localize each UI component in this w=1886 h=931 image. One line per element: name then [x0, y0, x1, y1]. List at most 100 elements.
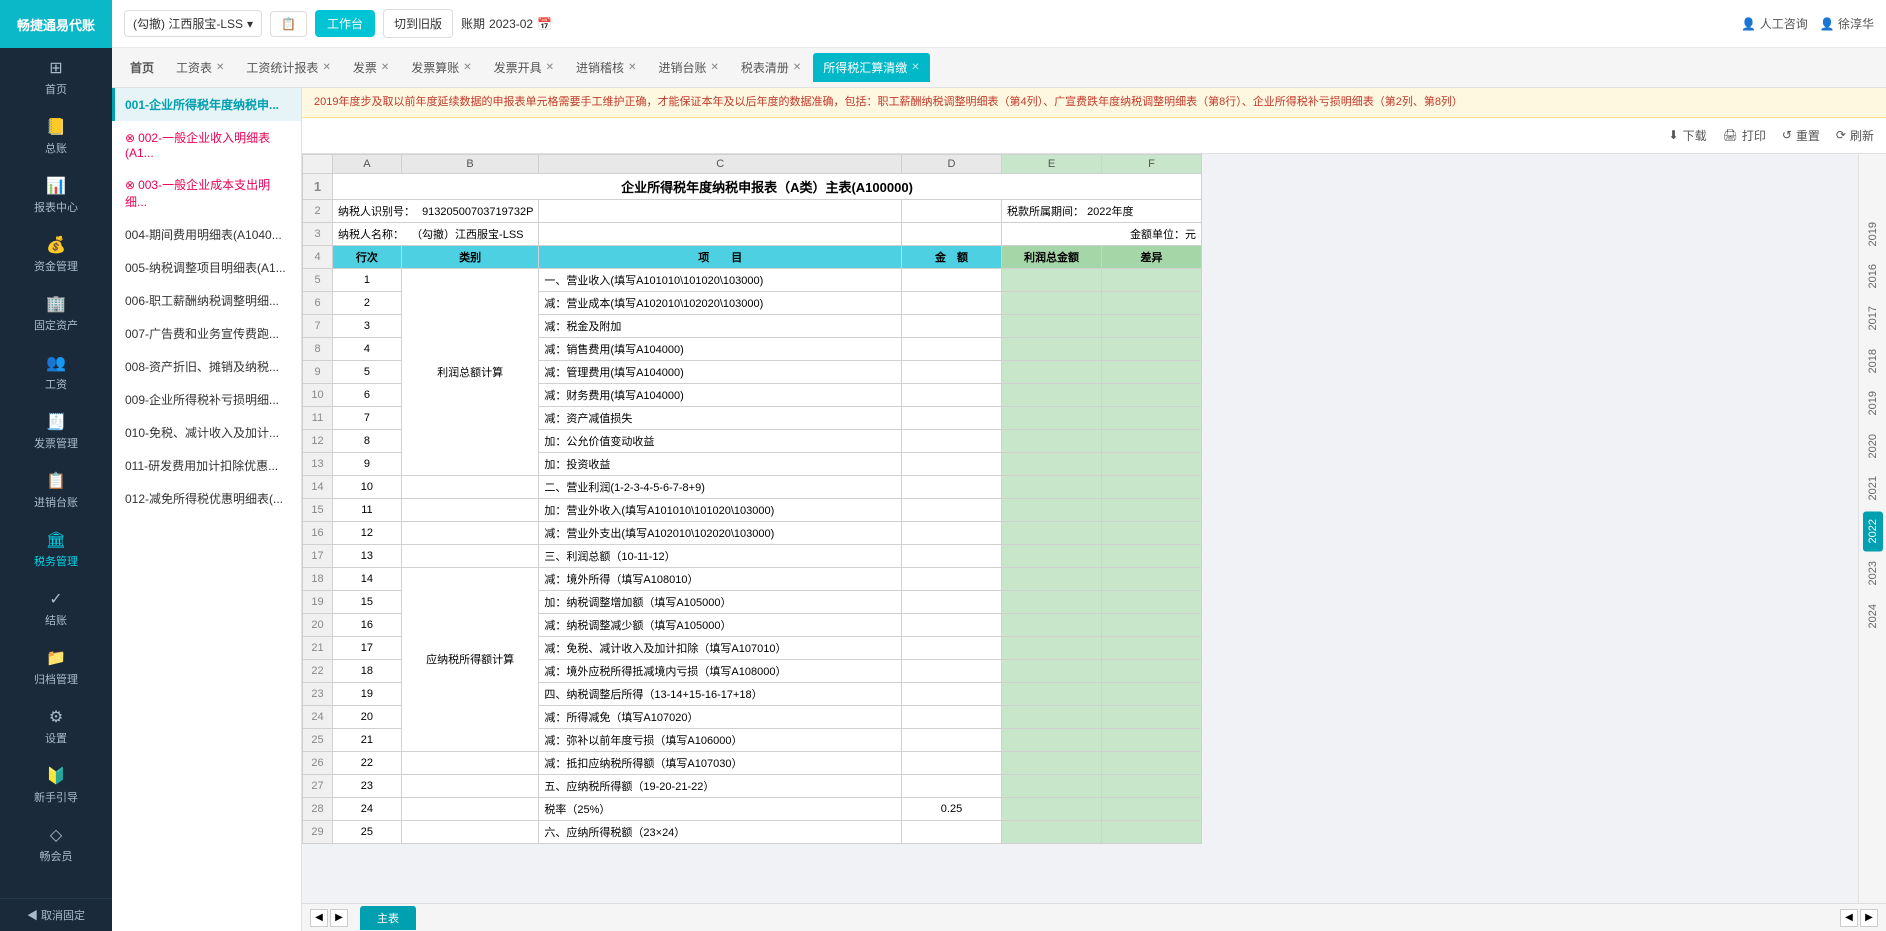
tab-invoice-calc[interactable]: 发票算账 ✕ [401, 53, 481, 82]
year-2017-item[interactable]: 2017 [1863, 298, 1883, 338]
left-panel-item-004[interactable]: 004-期间费用明细表(A1040... [112, 218, 301, 251]
left-panel-item-012[interactable]: 012-减免所得税优惠明细表(... [112, 482, 301, 515]
sidebar-item-payroll[interactable]: 👥 工资 [0, 343, 112, 402]
copy-button[interactable]: 📋 [270, 11, 307, 37]
company-selector[interactable]: (勾撤) 江西服宝-LSS ▾ [124, 10, 262, 37]
table-row: 14 10 二、营业利润(1-2-3-4-5-6-7-8+9) [303, 475, 1202, 498]
table-row: 26 22 减：抵扣应纳税所得额（填写A107030） [303, 751, 1202, 774]
reset-button[interactable]: ↺ 重置 [1782, 127, 1820, 144]
sidebar-item-ledger[interactable]: 📒 总账 [0, 107, 112, 166]
table-row: 5 1 利润总额计算 一、营业收入(填写A101010\101020\10300… [303, 268, 1202, 291]
tab-sales-ledger[interactable]: 进销台账 ✕ [648, 53, 728, 82]
sheet-area: 2019年度步及取以前年度延续数据的申报表单元格需要手工维护正确，才能保证本年及… [302, 88, 1886, 931]
sidebar-item-settle[interactable]: ✓ 结账 [0, 579, 112, 638]
taxpayer-name-cell: 纳税人名称： （勾撤）江西服宝-LSS [333, 222, 539, 245]
tab-tax-clear[interactable]: 税表清册 ✕ [731, 53, 811, 82]
year-2020-item[interactable]: 2020 [1863, 426, 1883, 466]
tab-close-icon[interactable]: ✕ [710, 62, 718, 73]
col-category-header: 类别 [401, 245, 539, 268]
sidebar-item-label: 进销台账 [34, 494, 78, 510]
payroll-icon: 👥 [46, 353, 66, 373]
category-cell: 利润总额计算 [401, 268, 539, 475]
amount-cell [902, 268, 1002, 291]
sidebar-item-sales[interactable]: 📋 进销台账 [0, 461, 112, 520]
tab-close-icon[interactable]: ✕ [381, 62, 389, 73]
tab-home[interactable]: 首页 [120, 53, 164, 82]
tab-close-icon[interactable]: ✕ [628, 62, 636, 73]
switch-button[interactable]: 切到旧版 [383, 9, 453, 38]
year-2024-item[interactable]: 2024 [1863, 596, 1883, 636]
year-2019b-item[interactable]: 2019 [1863, 383, 1883, 423]
sidebar-item-home[interactable]: ⊞ 首页 [0, 48, 112, 107]
download-button[interactable]: ⬇ 下载 [1669, 127, 1707, 144]
tab-close-icon[interactable]: ✕ [911, 62, 919, 73]
left-panel-item-002[interactable]: ⊗002-一般企业收入明细表(A1... [112, 121, 301, 168]
invoice-icon: 🧾 [46, 412, 66, 432]
tab-salary-stat[interactable]: 工资统计报表 ✕ [236, 53, 340, 82]
tab-invoice-open[interactable]: 发票开具 ✕ [484, 53, 564, 82]
reset-icon: ↺ [1782, 128, 1792, 142]
scroll-right-icon[interactable]: ▶ [1860, 909, 1878, 927]
diff-cell [1102, 268, 1202, 291]
print-button[interactable]: 🖨 打印 [1723, 127, 1766, 144]
sidebar-item-guide[interactable]: 🔰 新手引导 [0, 756, 112, 815]
sheet-tab-main[interactable]: 主表 [360, 906, 416, 930]
sidebar-item-archive[interactable]: 📁 归档管理 [0, 638, 112, 697]
tab-invoice[interactable]: 发票 ✕ [343, 53, 399, 82]
guide-icon: 🔰 [46, 766, 66, 786]
user-service[interactable]: 👤 人工咨询 [1741, 15, 1807, 32]
sidebar-item-report[interactable]: 📊 报表中心 [0, 166, 112, 225]
workspace-button[interactable]: 工作台 [315, 10, 375, 37]
tab-close-icon[interactable]: ✕ [793, 62, 801, 73]
left-panel-item-010[interactable]: 010-免税、减计收入及加计... [112, 416, 301, 449]
left-panel-item-005[interactable]: 005-纳税调整项目明细表(A1... [112, 251, 301, 284]
nav-right-icon[interactable]: ▶ [330, 909, 348, 927]
sidebar-collapse-btn[interactable]: ◀ 取消固定 [0, 898, 112, 931]
data-header-row: 4 行次 类别 项 目 金 额 利润总金额 差异 [303, 245, 1202, 268]
refresh-button[interactable]: ⟳ 刷新 [1836, 127, 1874, 144]
left-panel-item-011[interactable]: 011-研发费用加计扣除优惠... [112, 449, 301, 482]
sidebar-item-asset[interactable]: 🏢 固定资产 [0, 284, 112, 343]
year-2019-item[interactable]: 2019 [1863, 214, 1883, 254]
sidebar-item-settings[interactable]: ⚙ 设置 [0, 697, 112, 756]
tab-income-tax[interactable]: 所得税汇算清缴 ✕ [813, 53, 929, 82]
year-2023-item[interactable]: 2023 [1863, 553, 1883, 593]
row-num: 1 [303, 173, 333, 199]
settings-icon: ⚙ [49, 707, 63, 727]
archive-icon: 📁 [46, 648, 66, 668]
left-panel-item-006[interactable]: 006-职工薪酬纳税调整明细... [112, 284, 301, 317]
col-d-header: D [902, 154, 1002, 173]
table-row: 15 11 加：营业外收入(填写A101010\101020\103000) [303, 498, 1202, 521]
row-num: 4 [303, 245, 333, 268]
tab-invoice-check[interactable]: 进销稽核 ✕ [566, 53, 646, 82]
scroll-left-icon[interactable]: ◀ [1840, 909, 1858, 927]
tab-close-icon[interactable]: ✕ [546, 62, 554, 73]
tab-salary[interactable]: 工资表 ✕ [166, 53, 234, 82]
left-panel-item-001[interactable]: 001-企业所得税年度纳税申... [112, 88, 301, 121]
sidebar-item-fund[interactable]: 💰 资金管理 [0, 225, 112, 284]
tab-close-icon[interactable]: ✕ [216, 62, 224, 73]
left-panel-item-009[interactable]: 009-企业所得税补亏损明细... [112, 383, 301, 416]
sidebar-item-invoices[interactable]: 🧾 发票管理 [0, 402, 112, 461]
year-sidebar: 2019 2016 2017 2018 2019 2020 2021 2022 … [1858, 154, 1886, 904]
sidebar-item-tax[interactable]: 🏛 税务管理 [0, 520, 112, 579]
col-diff-header: 差异 [1102, 245, 1202, 268]
tab-close-icon[interactable]: ✕ [322, 62, 330, 73]
spreadsheet-wrapper[interactable]: A B C D E F 1 企业所 [302, 154, 1858, 904]
year-2022-item[interactable]: 2022 [1863, 511, 1883, 551]
left-panel-item-008[interactable]: 008-资产折旧、摊销及纳税... [112, 350, 301, 383]
app-logo: 畅捷通易代账 [0, 0, 112, 48]
left-panel-item-007[interactable]: 007-广告费和业务宣传费跑... [112, 317, 301, 350]
left-panel-item-003[interactable]: ⊗003-一般企业成本支出明细... [112, 168, 301, 218]
sidebar-item-label: 新手引导 [34, 789, 78, 805]
tab-close-icon[interactable]: ✕ [463, 62, 471, 73]
sidebar-item-member[interactable]: ◇ 畅会员 [0, 815, 112, 874]
row-num: 3 [303, 222, 333, 245]
sidebar-item-label: 首页 [45, 81, 67, 97]
year-2016-item[interactable]: 2016 [1863, 256, 1883, 296]
sidebar-item-label: 固定资产 [34, 317, 78, 333]
year-2018-item[interactable]: 2018 [1863, 341, 1883, 381]
nav-left-icon[interactable]: ◀ [310, 909, 328, 927]
year-2021-item[interactable]: 2021 [1863, 468, 1883, 508]
sidebar-item-label: 报表中心 [34, 199, 78, 215]
